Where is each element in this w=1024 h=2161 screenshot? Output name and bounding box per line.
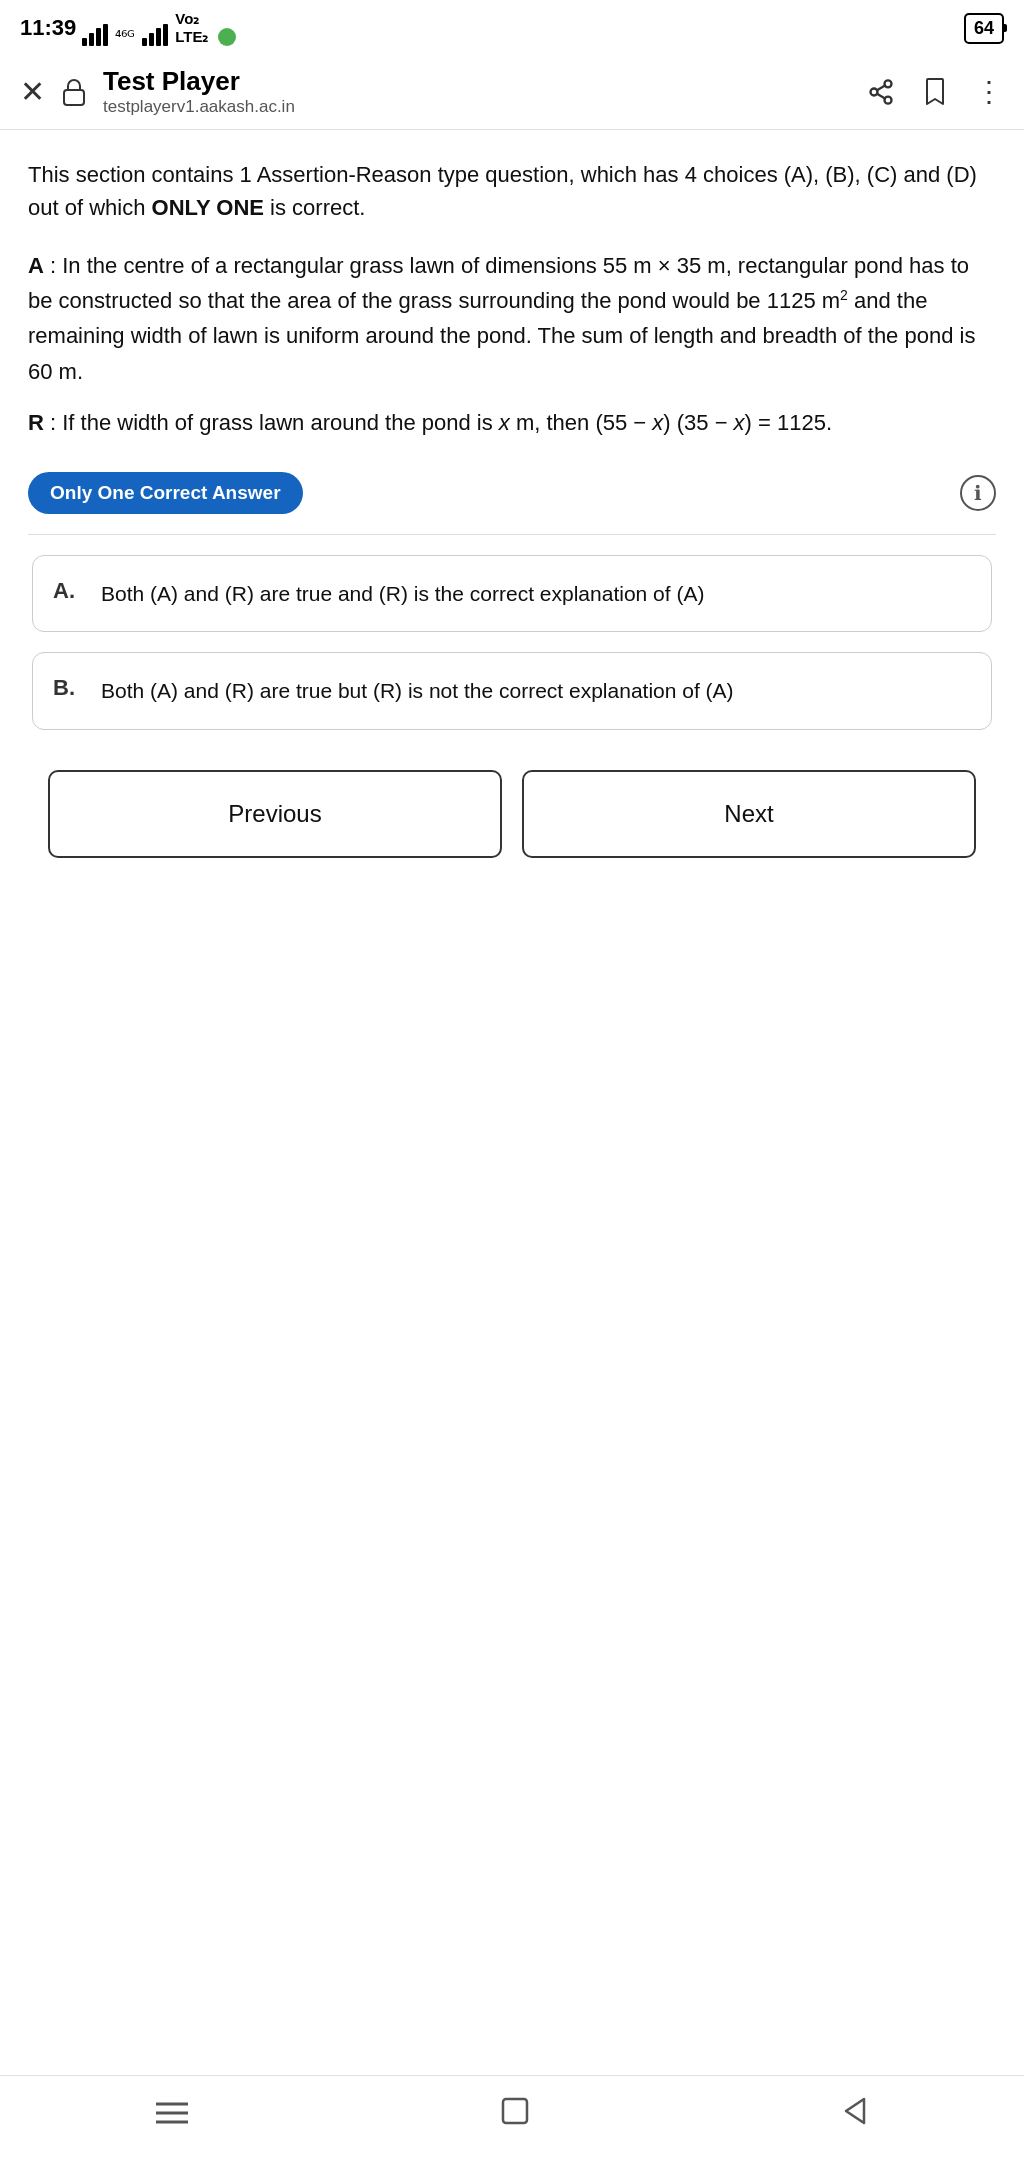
more-button[interactable]: ⋮ <box>975 75 1004 108</box>
share-icon <box>867 78 895 106</box>
battery-indicator: 64 <box>964 13 1004 44</box>
answer-type-row: Only One Correct Answer ℹ <box>28 472 996 514</box>
svg-line-4 <box>877 93 885 98</box>
time-display: 11:39 <box>20 15 76 41</box>
option-b-text: Both (A) and (R) are true but (R) is not… <box>101 675 734 707</box>
option-b-card[interactable]: B. Both (A) and (R) are true but (R) is … <box>32 652 992 730</box>
info-button[interactable]: ℹ <box>960 475 996 511</box>
app-bar-icons: ⋮ <box>867 75 1004 108</box>
nav-buttons: Previous Next <box>28 750 996 878</box>
status-bar: 11:39 ⁴⁶ᴳ Vo₂LTE₂ 64 <box>0 0 1024 54</box>
option-a-card[interactable]: A. Both (A) and (R) are true and (R) is … <box>32 555 992 633</box>
lock-icon-container <box>61 77 87 107</box>
bookmark-button[interactable] <box>923 77 947 107</box>
menu-button[interactable] <box>156 2098 188 2132</box>
options-container: A. Both (A) and (R) are true and (R) is … <box>28 555 996 730</box>
question-block: A : In the centre of a rectangular grass… <box>28 248 996 440</box>
reason-label: R <box>28 410 44 435</box>
option-a-label: A. <box>53 578 83 604</box>
assertion-text: A : In the centre of a rectangular grass… <box>28 248 996 389</box>
next-button[interactable]: Next <box>522 770 976 858</box>
close-button[interactable]: ✕ <box>20 74 45 109</box>
answer-type-badge: Only One Correct Answer <box>28 472 303 514</box>
section-divider <box>28 534 996 535</box>
status-left: 11:39 ⁴⁶ᴳ Vo₂LTE₂ <box>20 10 236 46</box>
app-bar-title-group: Test Player testplayerv1.aakash.ac.in <box>103 66 851 117</box>
bookmark-icon <box>923 77 947 107</box>
section-description: This section contains 1 Assertion-Reason… <box>28 158 996 224</box>
bottom-nav-bar <box>0 2075 1024 2161</box>
share-button[interactable] <box>867 78 895 106</box>
home-icon <box>500 2096 530 2126</box>
back-button[interactable] <box>842 2096 868 2133</box>
menu-icon <box>156 2101 188 2125</box>
svg-rect-9 <box>503 2099 527 2123</box>
assertion-label: A <box>28 253 44 278</box>
svg-marker-10 <box>846 2099 864 2123</box>
option-a-text: Both (A) and (R) are true and (R) is the… <box>101 578 704 610</box>
main-content: This section contains 1 Assertion-Reason… <box>0 130 1024 898</box>
previous-button[interactable]: Previous <box>48 770 502 858</box>
app-bar: ✕ Test Player testplayerv1.aakash.ac.in <box>0 54 1024 130</box>
lte-label: Vo₂LTE₂ <box>175 10 208 46</box>
lock-icon <box>61 77 87 107</box>
back-icon <box>842 2096 868 2126</box>
active-indicator <box>218 28 236 46</box>
app-subtitle: testplayerv1.aakash.ac.in <box>103 97 851 117</box>
signal-type-label: ⁴⁶ᴳ <box>115 27 135 46</box>
svg-line-5 <box>877 85 885 90</box>
home-button[interactable] <box>500 2096 530 2133</box>
status-right: 64 <box>964 13 1004 44</box>
option-b-label: B. <box>53 675 83 701</box>
reason-text: R : If the width of grass lawn around th… <box>28 405 996 440</box>
signal-icons: ⁴⁶ᴳ Vo₂LTE₂ <box>82 10 235 46</box>
app-title: Test Player <box>103 66 851 97</box>
svg-rect-0 <box>64 90 84 105</box>
